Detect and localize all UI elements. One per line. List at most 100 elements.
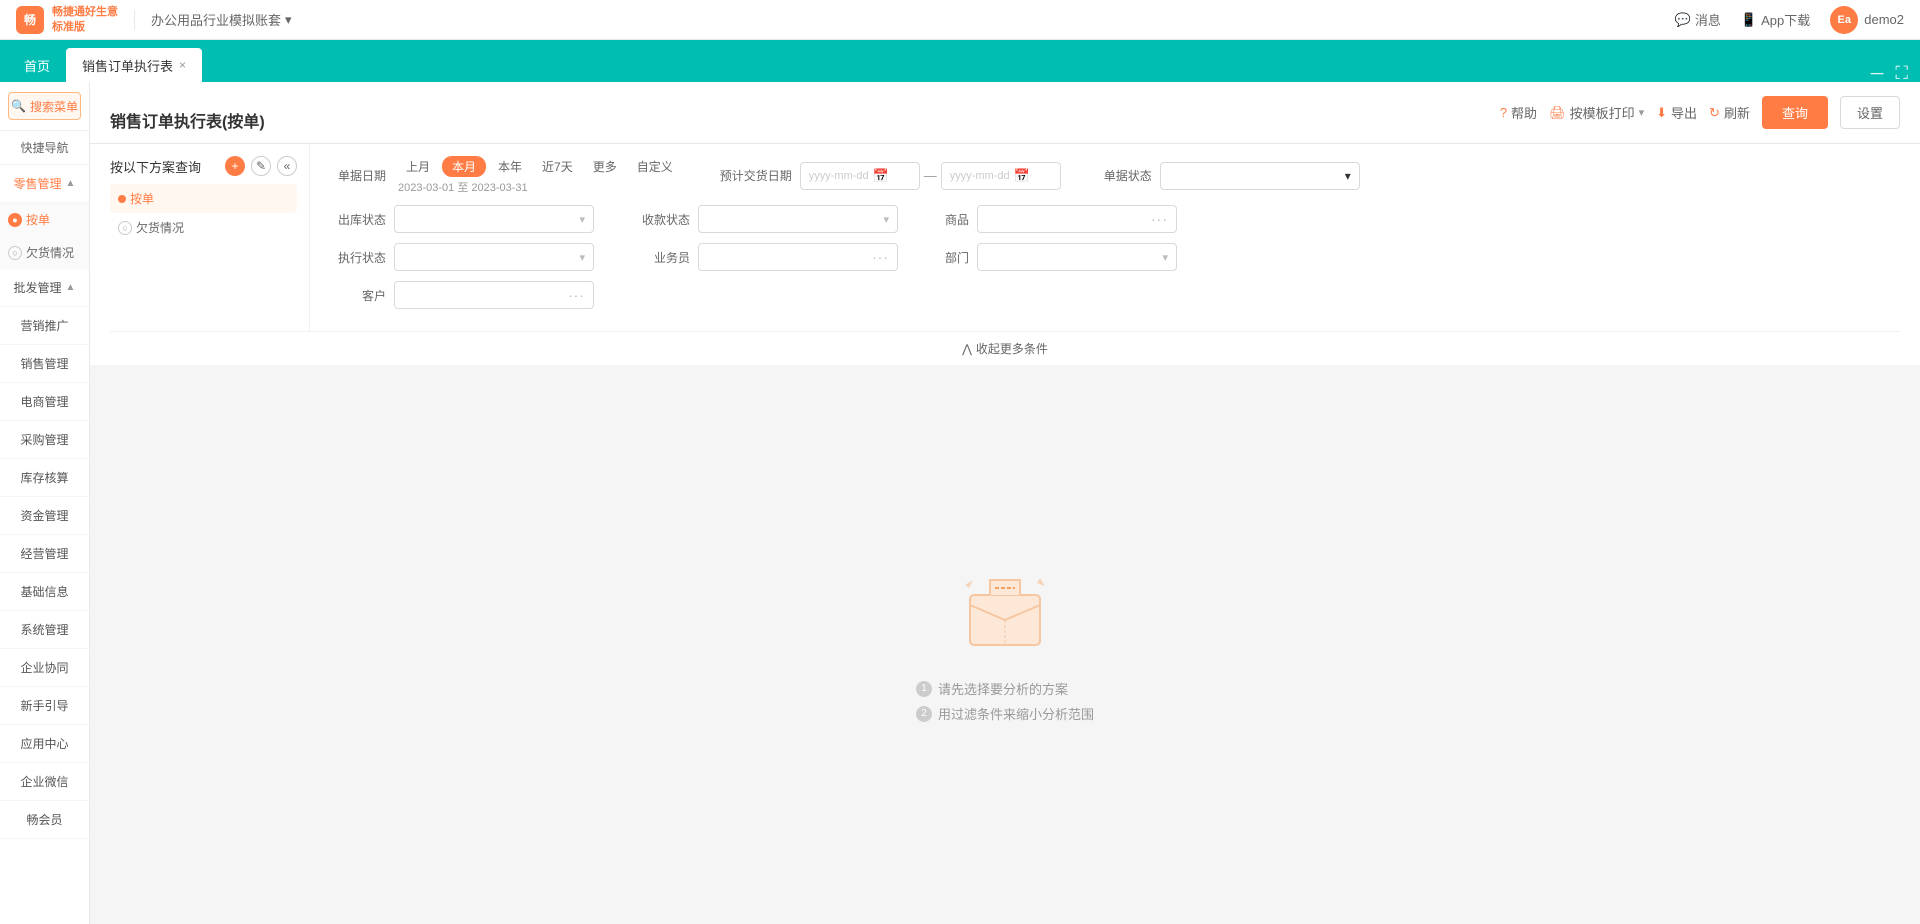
- status-select[interactable]: ▾: [1160, 162, 1360, 190]
- date-to-input[interactable]: yyyy-mm-dd 📅: [941, 162, 1061, 190]
- collapse-scheme-btn[interactable]: «: [277, 156, 297, 176]
- recv-status-select[interactable]: ▾: [698, 205, 898, 233]
- date-tab-more[interactable]: 更多: [585, 156, 625, 177]
- sidebar-item-finance[interactable]: 资金管理: [0, 497, 89, 535]
- sidebar-item-operation[interactable]: 经营管理: [0, 535, 89, 573]
- app-download-btn[interactable]: 📱 App下载: [1741, 10, 1810, 29]
- add-scheme-btn[interactable]: +: [225, 156, 245, 176]
- filter-field-status: 单据状态 ▾: [1097, 162, 1360, 190]
- settings-btn[interactable]: 设置: [1840, 96, 1900, 129]
- scheme-panel-label: 按以下方案查询: [110, 157, 201, 176]
- main-layout: 🔍 搜索菜单 快捷导航 零售管理 ▲ ● 按单 ○ 欠货情况 批发管理 ▲: [0, 82, 1920, 924]
- maximize-btn[interactable]: ⛶: [1895, 64, 1908, 82]
- sidebar-item-member[interactable]: 畅会员: [0, 801, 89, 839]
- filter-field-recv-status: 收款状态 ▾: [630, 205, 898, 233]
- message-btn[interactable]: 💬 消息: [1675, 10, 1721, 29]
- topbar-title[interactable]: 办公用品行业模拟账套 ▾: [151, 10, 292, 29]
- salesperson-label: 业务员: [630, 249, 690, 266]
- date-from-placeholder: yyyy-mm-dd: [809, 170, 869, 182]
- sidebar-item-purchase[interactable]: 采购管理: [0, 421, 89, 459]
- filter-row-1: 单据日期 上月 本月 本年 近7天 更多 自定义 20: [326, 156, 1900, 195]
- date-tab-current-month[interactable]: 本月: [442, 156, 486, 177]
- ship-status-label: 出库状态: [326, 211, 386, 228]
- collapse-icon: «: [284, 159, 291, 173]
- sidebar-sub-retail: ● 按单 ○ 欠货情况: [0, 203, 89, 269]
- export-btn[interactable]: ⬇ 导出: [1656, 103, 1697, 122]
- filter-field-single-date: 单据日期 上月 本月 本年 近7天 更多 自定义 20: [326, 156, 681, 195]
- avatar: Ea: [1830, 6, 1858, 34]
- filter-scheme-header: 按以下方案查询 + ✎ «: [110, 156, 297, 176]
- empty-hint-2: 2 用过滤条件来缩小分析范围: [916, 704, 1094, 723]
- search-menu-btn[interactable]: 🔍 搜索菜单: [8, 92, 81, 120]
- scheme-item-owe[interactable]: ○ 欠货情况: [110, 213, 297, 242]
- tab-sales-exec[interactable]: 销售订单执行表 ×: [66, 48, 202, 82]
- sidebar-item-ecommerce[interactable]: 电商管理: [0, 383, 89, 421]
- product-more-icon: ···: [1151, 211, 1168, 227]
- filter-field-dept: 部门 ▾: [934, 243, 1177, 271]
- date-to-placeholder: yyyy-mm-dd: [950, 170, 1010, 182]
- customer-input[interactable]: ···: [394, 281, 594, 309]
- tab-home[interactable]: 首页: [8, 48, 66, 82]
- expected-date-label: 预计交货日期: [717, 167, 792, 184]
- salesperson-input[interactable]: ···: [698, 243, 898, 271]
- salesperson-more-icon: ···: [872, 249, 889, 265]
- message-icon: 💬: [1675, 12, 1691, 28]
- filter-field-salesperson: 业务员 ···: [630, 243, 898, 271]
- empty-illustration: [955, 560, 1055, 663]
- help-btn[interactable]: ? 帮助: [1500, 103, 1537, 122]
- exec-status-select[interactable]: ▾: [394, 243, 594, 271]
- date-tab-last-month[interactable]: 上月: [398, 156, 438, 177]
- sidebar-item-enterprise[interactable]: 企业协同: [0, 649, 89, 687]
- sidebar-item-newbie[interactable]: 新手引导: [0, 687, 89, 725]
- refresh-btn[interactable]: ↻ 刷新: [1709, 103, 1750, 122]
- date-tab-custom[interactable]: 自定义: [629, 156, 681, 177]
- sidebar-search: 🔍 搜索菜单: [0, 82, 89, 131]
- sidebar-item-wechat[interactable]: 企业微信: [0, 763, 89, 801]
- date-tab-current-year[interactable]: 本年: [490, 156, 530, 177]
- topbar-left: 畅 畅捷通好生意 标准版 办公用品行业模拟账套 ▾: [16, 5, 292, 34]
- query-btn[interactable]: 查询: [1762, 96, 1828, 129]
- hint-1-num: 1: [916, 681, 932, 697]
- customer-more-icon: ···: [568, 287, 585, 303]
- content-area: 销售订单执行表(按单) ? 帮助 🖨 按模板打印 ▾ ⬇ 导出 ↻ 刷新: [90, 82, 1920, 924]
- filter-row-3: 执行状态 ▾ 业务员 ···: [326, 243, 1900, 271]
- sidebar-item-retail[interactable]: 零售管理 ▲: [0, 165, 89, 203]
- product-input[interactable]: ···: [977, 205, 1177, 233]
- sidebar-item-appstore[interactable]: 应用中心: [0, 725, 89, 763]
- collapse-more-btn[interactable]: ⋀ 收起更多条件: [110, 331, 1900, 365]
- sidebar-sub-item-order[interactable]: ● 按单: [0, 203, 89, 236]
- owe-dot-icon: ○: [8, 246, 22, 260]
- sidebar-item-sales[interactable]: 销售管理: [0, 345, 89, 383]
- date-range-text: 2023-03-01 至 2023-03-31: [398, 179, 681, 195]
- sidebar-item-quicknav[interactable]: 快捷导航: [0, 131, 89, 165]
- minimize-btn[interactable]: ─: [1871, 64, 1884, 82]
- date-tabs: 上月 本月 本年 近7天 更多 自定义: [398, 156, 681, 177]
- filter-section: 按以下方案查询 + ✎ «: [110, 144, 1900, 331]
- scheme-item-order[interactable]: 按单: [110, 184, 297, 213]
- logo-text: 畅捷通好生意 标准版: [52, 5, 118, 34]
- sidebar-sub-item-owe[interactable]: ○ 欠货情况: [0, 236, 89, 269]
- date-from-input[interactable]: yyyy-mm-dd 📅: [800, 162, 920, 190]
- edit-scheme-btn[interactable]: ✎: [251, 156, 271, 176]
- user-menu[interactable]: Ea demo2: [1830, 6, 1904, 34]
- ship-status-select[interactable]: ▾: [394, 205, 594, 233]
- sidebar-item-basic[interactable]: 基础信息: [0, 573, 89, 611]
- template-print-btn[interactable]: 🖨 按模板打印 ▾: [1549, 103, 1644, 122]
- date-separator: —: [924, 168, 937, 183]
- sidebar-item-inventory[interactable]: 库存核算: [0, 459, 89, 497]
- ship-dropdown-icon: ▾: [579, 213, 585, 226]
- nav-actions: ─ ⛶: [1859, 64, 1920, 82]
- date-tab-last7[interactable]: 近7天: [534, 156, 581, 177]
- wholesale-arrow-icon: ▲: [66, 282, 76, 293]
- sidebar-item-system[interactable]: 系统管理: [0, 611, 89, 649]
- sidebar-item-marketing[interactable]: 营销推广: [0, 307, 89, 345]
- scheme-actions: + ✎ «: [225, 156, 297, 176]
- tab-close-icon[interactable]: ×: [179, 58, 186, 72]
- dept-select[interactable]: ▾: [977, 243, 1177, 271]
- hint-2-num: 2: [916, 706, 932, 722]
- sidebar-item-wholesale[interactable]: 批发管理 ▲: [0, 269, 89, 307]
- page-title: 销售订单执行表(按单): [110, 108, 265, 132]
- topbar-title-arrow[interactable]: ▾: [285, 12, 292, 28]
- print-icon: 🖨: [1549, 105, 1566, 121]
- dept-label: 部门: [934, 249, 969, 266]
